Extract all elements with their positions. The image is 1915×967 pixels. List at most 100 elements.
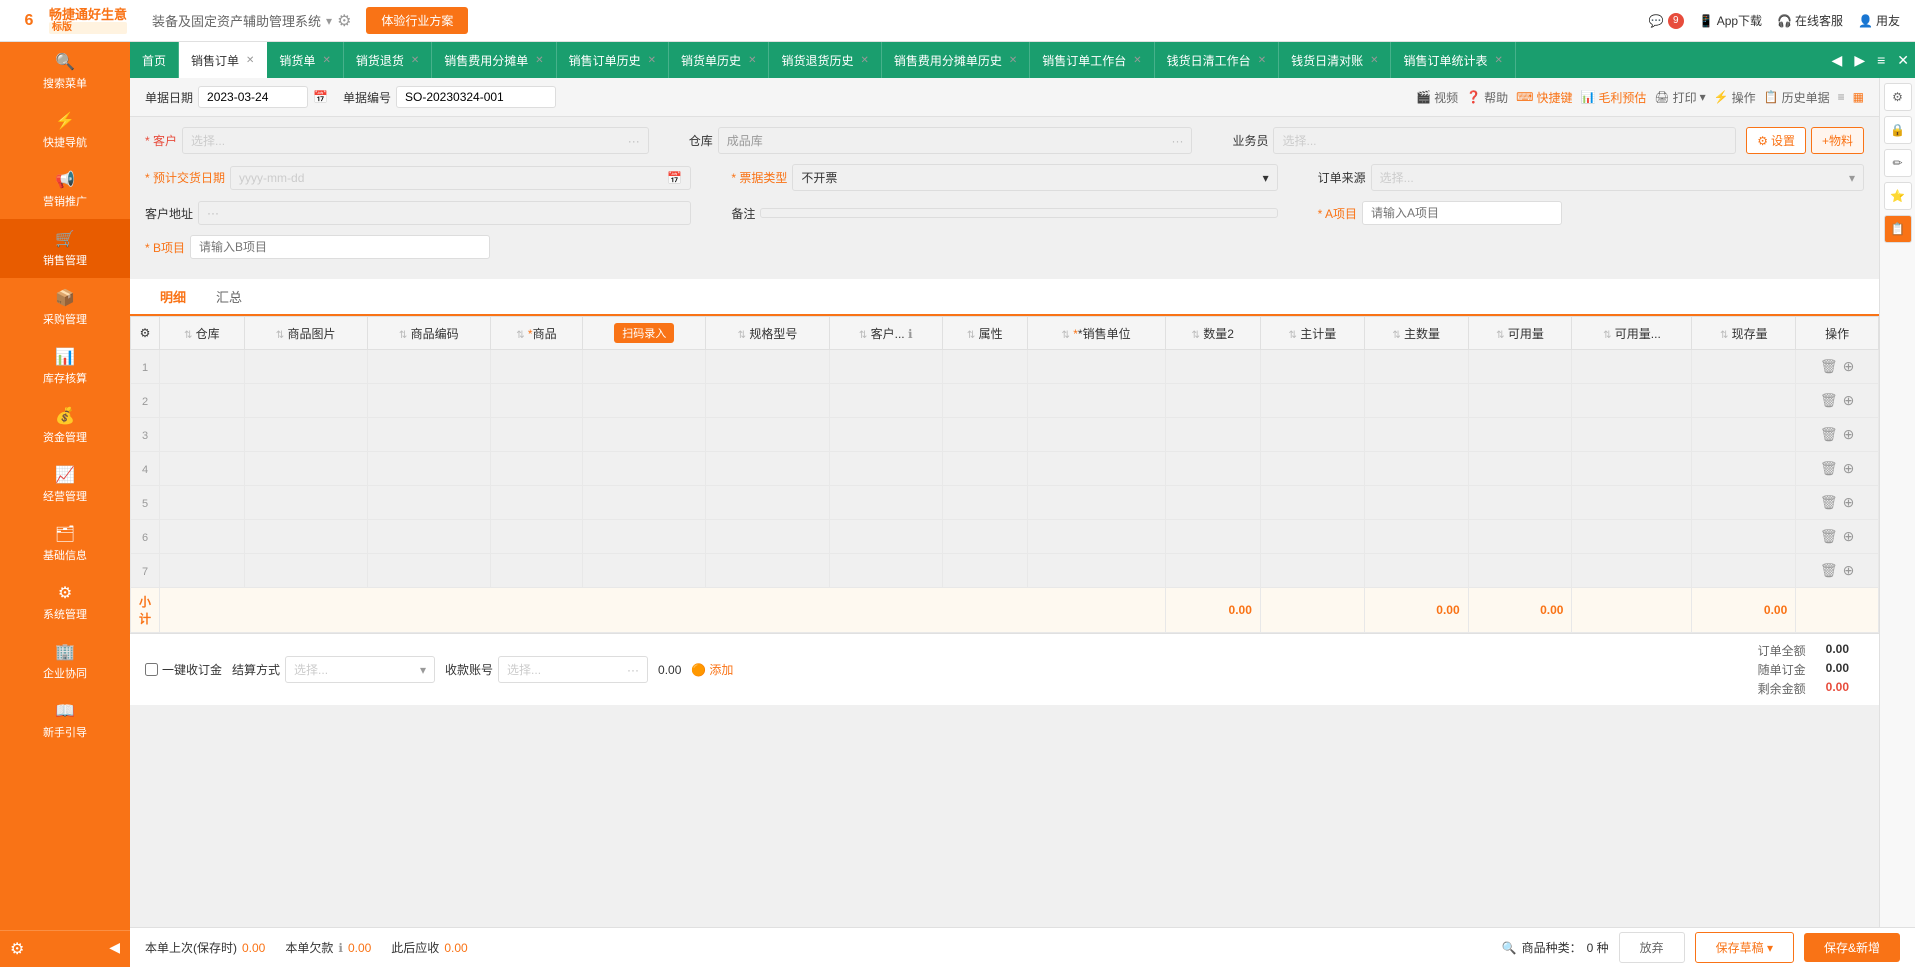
tab-close-sales-order-history[interactable]: ✕	[648, 55, 656, 66]
th-qty2[interactable]: ⇅ 数量2	[1165, 317, 1260, 350]
row-sales-unit-3[interactable]	[1027, 418, 1165, 452]
tab-cash-reconcile[interactable]: 钱货日清对账✕	[1279, 42, 1391, 78]
tab-close-sales-order[interactable]: ✕	[246, 55, 254, 66]
th-warehouse[interactable]: ⇅ 仓库	[160, 317, 245, 350]
sidebar-item-sales[interactable]: 🛒销售管理	[0, 219, 130, 278]
row-delete-4[interactable]: 🗑	[1820, 460, 1838, 477]
row-spec-7[interactable]	[706, 554, 829, 588]
tab-close-sales-return-history[interactable]: ✕	[860, 55, 868, 66]
row-warehouse-1[interactable]	[160, 350, 245, 384]
warehouse-input[interactable]: 成品库 ···	[718, 127, 1193, 154]
row-product-code-1[interactable]	[367, 350, 490, 384]
row-stock-4[interactable]	[1692, 452, 1796, 486]
tab-close-sales-order-stats[interactable]: ✕	[1495, 55, 1503, 66]
row-spec-4[interactable]	[706, 452, 829, 486]
row-available-4[interactable]	[1468, 452, 1572, 486]
tab-sales-bill[interactable]: 销货单✕	[267, 42, 343, 78]
row-main-qty-1[interactable]	[1364, 350, 1468, 384]
date-input[interactable]	[198, 86, 308, 108]
row-available-5[interactable]	[1468, 486, 1572, 520]
sub-tab-summary[interactable]: 汇总	[201, 279, 257, 314]
sidebar-tool-5[interactable]: 📋	[1884, 215, 1912, 243]
sidebar-tool-1[interactable]: ⚙	[1884, 83, 1912, 111]
row-product-6[interactable]	[490, 520, 582, 554]
row-available2-2[interactable]	[1572, 384, 1692, 418]
online-support-btn[interactable]: 🎧 在线客服	[1777, 12, 1843, 29]
th-product[interactable]: ⇅ *商品	[490, 317, 582, 350]
th-available2[interactable]: ⇅ 可用量...	[1572, 317, 1692, 350]
row-qty2-1[interactable]	[1165, 350, 1260, 384]
order-source-input[interactable]: 选择... ▾	[1371, 164, 1864, 191]
tab-close-sales-bill-history[interactable]: ✕	[748, 55, 756, 66]
tab-sales-return-history[interactable]: 销货退货历史✕	[769, 42, 881, 78]
th-stock[interactable]: ⇅ 现存量	[1692, 317, 1796, 350]
th-sales-unit[interactable]: ⇅ **销售单位	[1027, 317, 1165, 350]
system-settings-icon[interactable]: ⚙	[337, 11, 351, 31]
delivery-date-input[interactable]: yyyy-mm-dd 📅	[230, 166, 691, 190]
tab-close-all-btn[interactable]: ✕	[1891, 42, 1915, 78]
tab-sales-bill-history[interactable]: 销货单历史✕	[669, 42, 769, 78]
sidebar-tool-2[interactable]: 🔒	[1884, 116, 1912, 144]
tab-sales-expense-split[interactable]: 销售费用分摊单✕	[432, 42, 556, 78]
row-product-3[interactable]	[490, 418, 582, 452]
row-customer-code-7[interactable]	[829, 554, 942, 588]
row-spec-5[interactable]	[706, 486, 829, 520]
row-attributes-2[interactable]	[942, 384, 1027, 418]
a-project-input[interactable]	[1362, 201, 1562, 225]
tab-sales-return[interactable]: 销货退货✕	[344, 42, 432, 78]
row-sales-unit-7[interactable]	[1027, 554, 1165, 588]
th-spec[interactable]: ⇅ 规格型号	[706, 317, 829, 350]
row-attributes-1[interactable]	[942, 350, 1027, 384]
help-btn[interactable]: ❓ 帮助	[1466, 89, 1508, 106]
row-attributes-7[interactable]	[942, 554, 1027, 588]
row-warehouse-2[interactable]	[160, 384, 245, 418]
add-material-btn[interactable]: +物料	[1811, 127, 1864, 154]
th-main-qty[interactable]: ⇅ 主数量	[1364, 317, 1468, 350]
calendar-icon[interactable]: 📅	[313, 90, 328, 104]
row-qty2-5[interactable]	[1165, 486, 1260, 520]
row-spec-1[interactable]	[706, 350, 829, 384]
row-customer-code-6[interactable]	[829, 520, 942, 554]
add-link[interactable]: 🟠 添加	[691, 661, 733, 678]
sidebar-tool-3[interactable]: ✏	[1884, 149, 1912, 177]
th-settings[interactable]: ⚙	[131, 317, 160, 350]
row-sales-unit-2[interactable]	[1027, 384, 1165, 418]
sidebar-item-finance[interactable]: 💰资金管理	[0, 396, 130, 455]
row-main-unit-7[interactable]	[1260, 554, 1364, 588]
address-input[interactable]: ···	[198, 201, 691, 225]
tab-scroll-right-btn[interactable]: ▶	[1848, 42, 1871, 78]
customer-input[interactable]: 选择... ···	[182, 127, 649, 154]
row-available2-1[interactable]	[1572, 350, 1692, 384]
th-product-image[interactable]: ⇅ 商品图片	[244, 317, 367, 350]
row-main-qty-2[interactable]	[1364, 384, 1468, 418]
sidebar-tool-4[interactable]: ⭐	[1884, 182, 1912, 210]
th-main-unit[interactable]: ⇅ 主计量	[1260, 317, 1364, 350]
row-sales-unit-4[interactable]	[1027, 452, 1165, 486]
save-draft-btn[interactable]: 保存草稿 ▾	[1695, 932, 1794, 963]
row-warehouse-3[interactable]	[160, 418, 245, 452]
row-product-image-2[interactable]	[244, 384, 367, 418]
row-delete-1[interactable]: 🗑	[1820, 358, 1838, 375]
print-btn[interactable]: 🖨 打印 ▾	[1654, 89, 1705, 106]
tab-close-cash-reconcile[interactable]: ✕	[1370, 55, 1378, 66]
tab-scroll-left-btn[interactable]: ◀	[1826, 42, 1849, 78]
row-stock-1[interactable]	[1692, 350, 1796, 384]
row-spec-3[interactable]	[706, 418, 829, 452]
row-product-5[interactable]	[490, 486, 582, 520]
tab-close-cash-daily-workbench[interactable]: ✕	[1258, 55, 1266, 66]
row-main-qty-7[interactable]	[1364, 554, 1468, 588]
row-customer-code-3[interactable]	[829, 418, 942, 452]
row-stock-7[interactable]	[1692, 554, 1796, 588]
row-copy-5[interactable]: ⊕	[1843, 494, 1855, 511]
row-main-unit-5[interactable]	[1260, 486, 1364, 520]
row-copy-1[interactable]: ⊕	[1843, 358, 1855, 375]
sidebar-settings-icon[interactable]: ⚙	[10, 939, 24, 959]
row-delete-3[interactable]: 🗑	[1820, 426, 1838, 443]
row-stock-3[interactable]	[1692, 418, 1796, 452]
th-customer-code[interactable]: ⇅ 客户... ℹ	[829, 317, 942, 350]
row-warehouse-6[interactable]	[160, 520, 245, 554]
row-scan-3[interactable]	[582, 418, 706, 452]
row-scan-2[interactable]	[582, 384, 706, 418]
tab-close-sales-bill[interactable]: ✕	[322, 55, 330, 66]
row-delete-6[interactable]: 🗑	[1820, 528, 1838, 545]
